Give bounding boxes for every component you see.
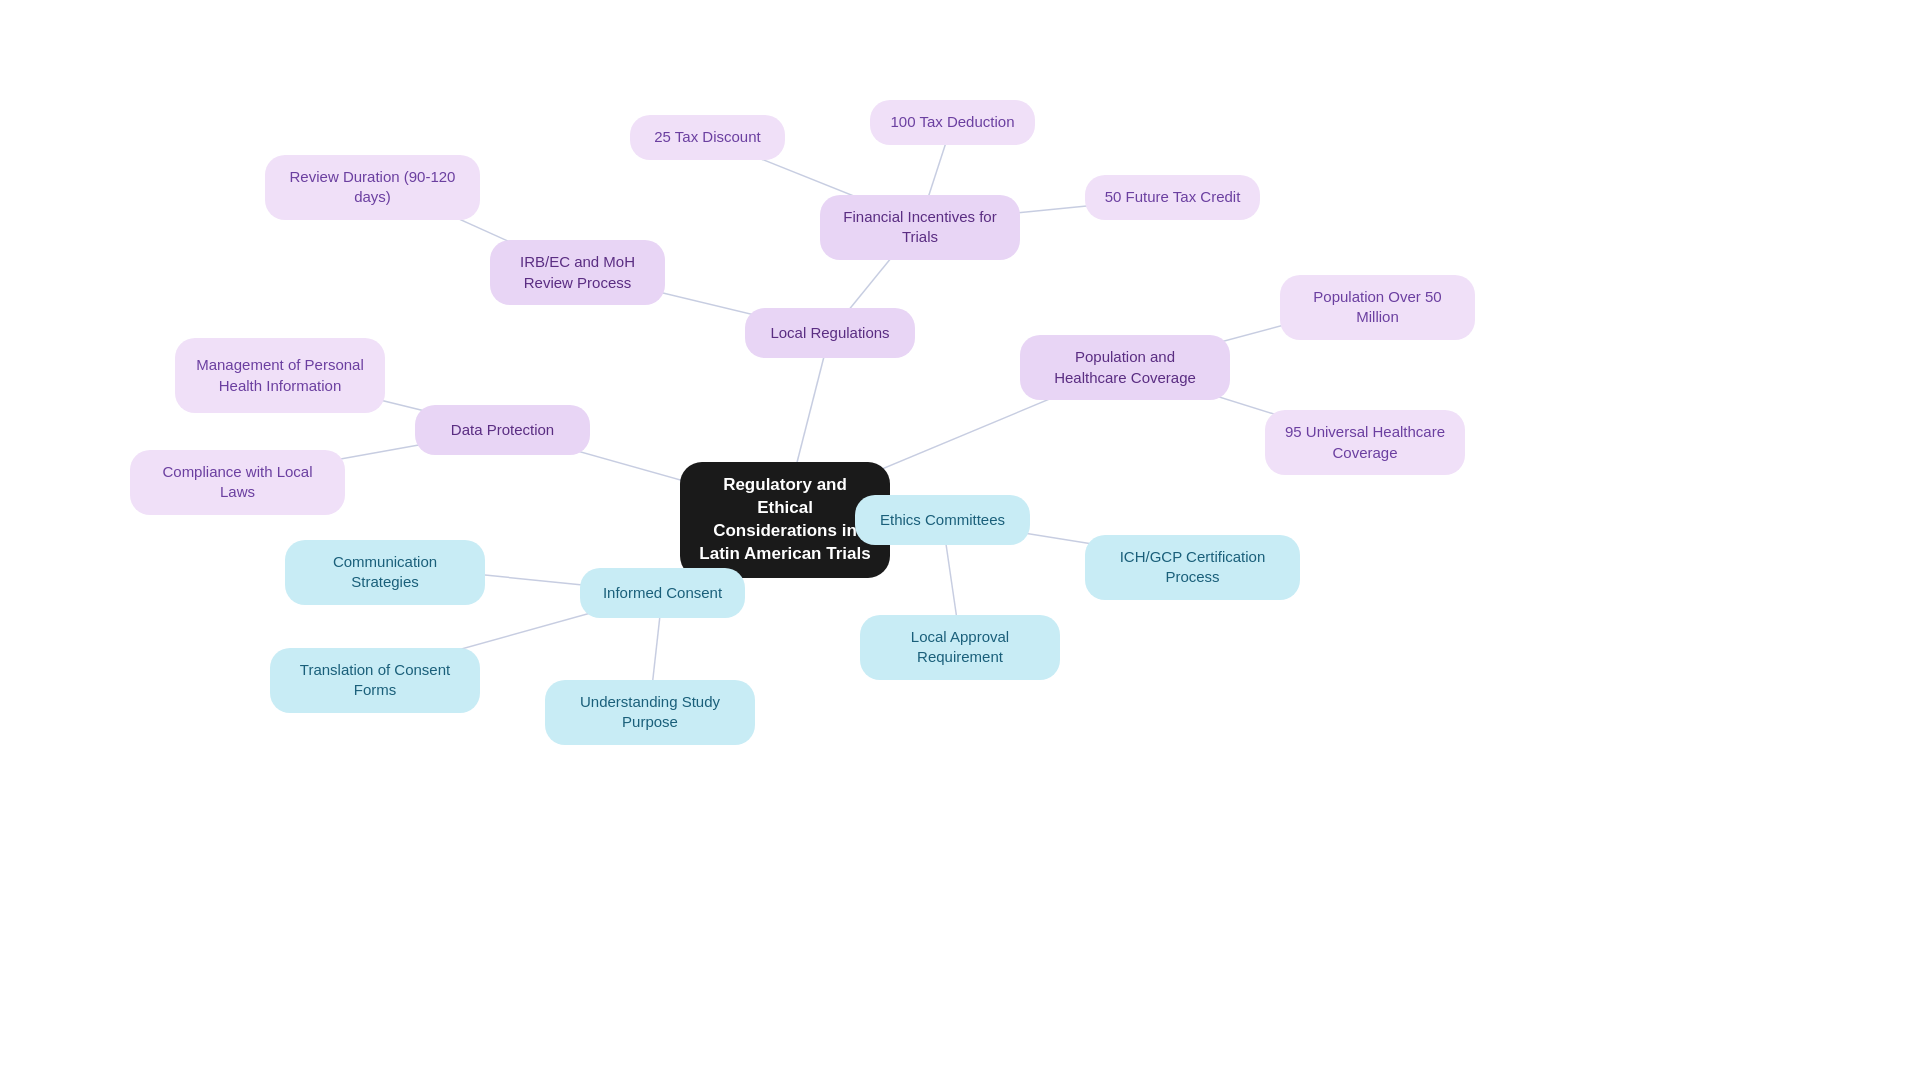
ichGcp-node: ICH/GCP Certification Process [1085, 535, 1300, 600]
irbEC-node: IRB/EC and MoH Review Process [490, 240, 665, 305]
localApproval-node: Local Approval Requirement [860, 615, 1060, 680]
compliance-node: Compliance with Local Laws [130, 450, 345, 515]
reviewDuration-node: Review Duration (90-120 days) [265, 155, 480, 220]
popOver50-node: Population Over 50 Million [1280, 275, 1475, 340]
futureTaxCredit-node: 50 Future Tax Credit [1085, 175, 1260, 220]
populationCoverage-node: Population and Healthcare Coverage [1020, 335, 1230, 400]
understandingStudy-node: Understanding Study Purpose [545, 680, 755, 745]
localRegs-node: Local Regulations [745, 308, 915, 358]
commStrategies-node: Communication Strategies [285, 540, 485, 605]
translationConsent-node: Translation of Consent Forms [270, 648, 480, 713]
universalHealth-node: 95 Universal Healthcare Coverage [1265, 410, 1465, 475]
taxDiscount-node: 25 Tax Discount [630, 115, 785, 160]
informedConsent-node: Informed Consent [580, 568, 745, 618]
dataProtection-node: Data Protection [415, 405, 590, 455]
mgmtPersonal-node: Management of Personal Health Informatio… [175, 338, 385, 413]
taxDeduction-node: 100 Tax Deduction [870, 100, 1035, 145]
financialIncentives-node: Financial Incentives for Trials [820, 195, 1020, 260]
ethicsCommittees-node: Ethics Committees [855, 495, 1030, 545]
